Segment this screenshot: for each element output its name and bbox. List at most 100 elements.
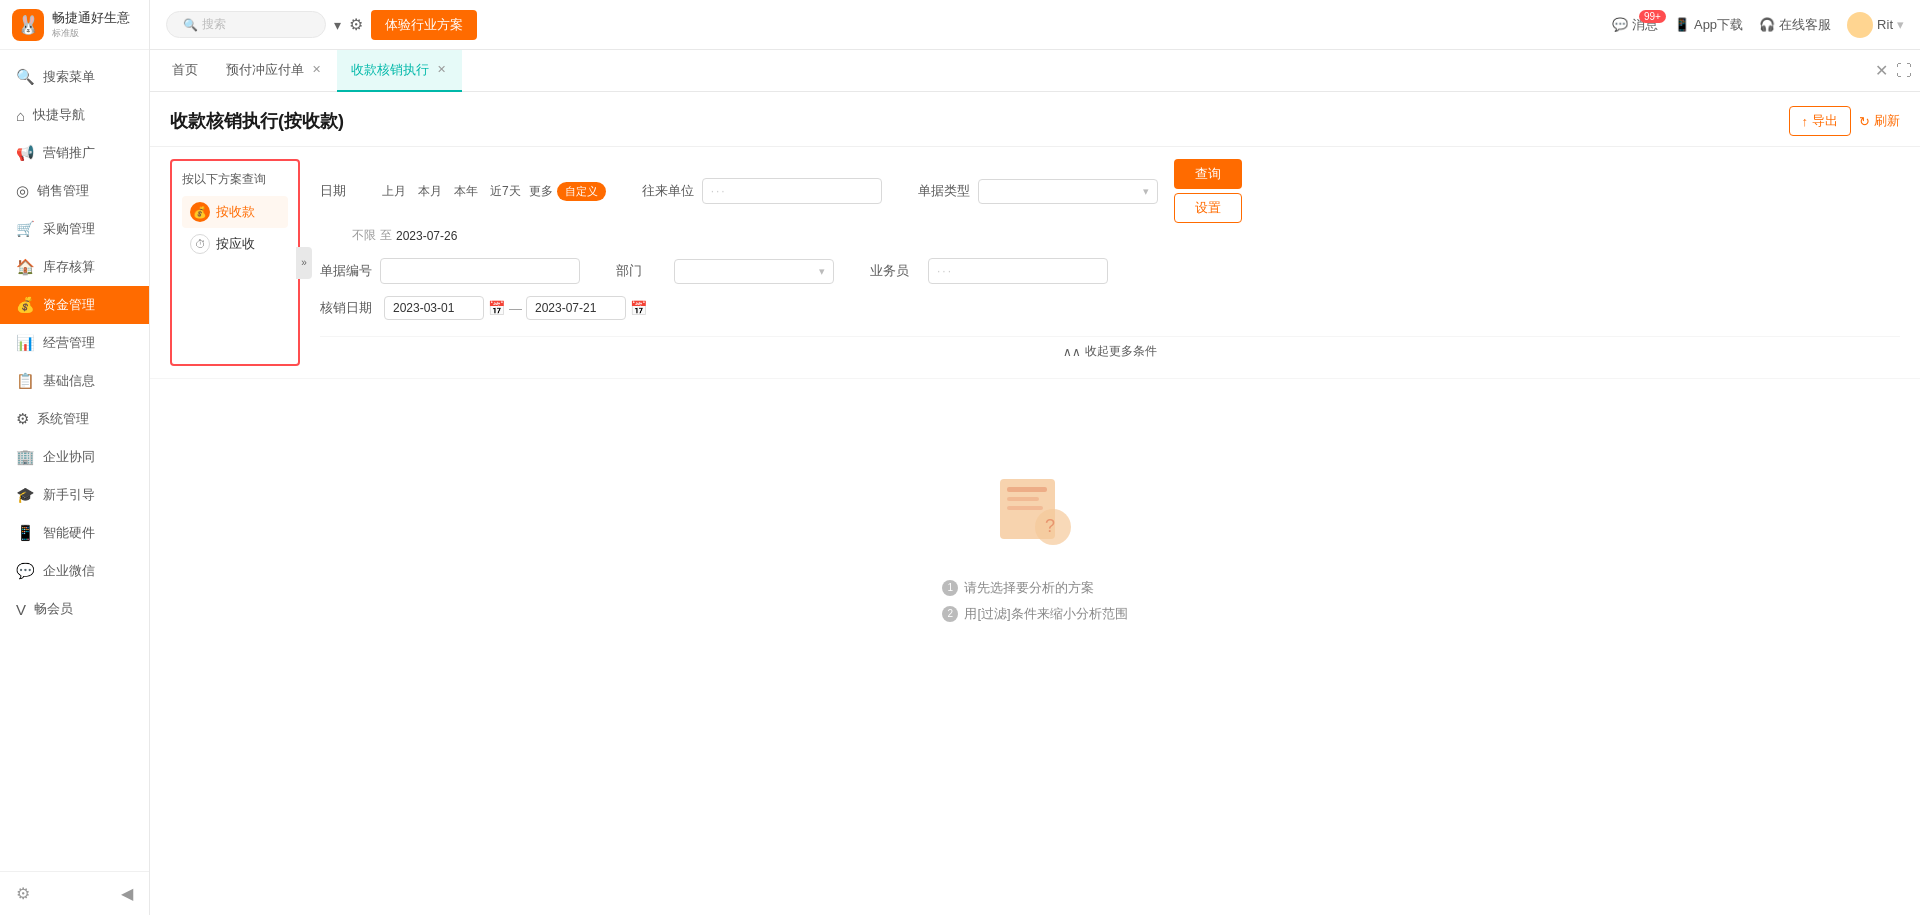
sidebar-item-label: 资金管理 <box>43 296 95 314</box>
sidebar-item-sales[interactable]: ◎ 销售管理 <box>0 172 149 210</box>
sidebar-item-enterprise[interactable]: 🏢 企业协同 <box>0 438 149 476</box>
page-content: 收款核销执行(按收款) ↑ 导出 ↻ 刷新 按以下方案查询 <box>150 92 1920 915</box>
sidebar-item-label: 库存核算 <box>43 258 95 276</box>
date-shortcut-this-month[interactable]: 本月 <box>414 181 446 202</box>
date-no-limit-text: 不限 <box>352 227 376 244</box>
filter-option-by-receivable[interactable]: ⏱ 按应收 <box>182 228 288 260</box>
online-service-label: 在线客服 <box>1779 16 1831 34</box>
user-dropdown-icon: ▾ <box>1897 17 1904 32</box>
query-btn[interactable]: 查询 <box>1174 159 1242 189</box>
sidebar-item-label: 系统管理 <box>37 410 89 428</box>
filter-sidebar: 按以下方案查询 💰 按收款 ⏱ 按应收 » <box>170 159 300 366</box>
empty-state: ? 1 请先选择要分析的方案 2 用[过滤]条件来缩小分析范围 <box>150 379 1920 707</box>
date-custom-tag[interactable]: 自定义 <box>557 182 606 201</box>
tab-prepay-close-btn[interactable]: ✕ <box>310 63 323 76</box>
date-shortcut-more[interactable]: 更多 <box>529 183 553 200</box>
sidebar: 🐰 畅捷通好生意 标准版 🔍 搜索菜单 ⌂ 快捷导航 📢 营销推广 ◎ 销售管理… <box>0 0 150 915</box>
settings-btn[interactable]: 设置 <box>1174 193 1242 223</box>
service-icon: 🎧 <box>1759 17 1775 32</box>
sidebar-item-label: 搜索菜单 <box>43 68 95 86</box>
header-right: 💬 消息 99+ 📱 App下载 🎧 在线客服 Rit ▾ <box>1612 12 1904 38</box>
filter-sidebar-collapse-btn[interactable]: » <box>296 247 312 279</box>
sidebar-item-system[interactable]: ⚙ 系统管理 <box>0 400 149 438</box>
refresh-icon: ↻ <box>1859 114 1870 129</box>
export-btn[interactable]: ↑ 导出 <box>1789 106 1852 136</box>
page-inner: 收款核销执行(按收款) ↑ 导出 ↻ 刷新 按以下方案查询 <box>150 92 1920 915</box>
filter-form: 日期 上月 本月 本年 近7天 更多 自定义 <box>320 159 1900 366</box>
user-avatar <box>1847 12 1873 38</box>
search-bar[interactable]: 🔍 搜索 <box>166 11 326 38</box>
chevron-up-icon: ∧∧ <box>1063 345 1081 359</box>
online-service-btn[interactable]: 🎧 在线客服 <box>1759 16 1831 34</box>
writeoff-end-cal-icon[interactable]: 📅 <box>630 300 647 316</box>
sidebar-item-finance[interactable]: 💰 资金管理 <box>0 286 149 324</box>
logo-icon: 🐰 <box>12 9 44 41</box>
writeoff-date-label: 核销日期 <box>320 299 372 317</box>
tab-receipt-offset-close-btn[interactable]: ✕ <box>435 63 448 76</box>
sidebar-item-purchase[interactable]: 🛒 采购管理 <box>0 210 149 248</box>
tab-close-window-btn[interactable]: ✕ <box>1875 61 1888 80</box>
writeoff-date-end-input[interactable] <box>526 296 626 320</box>
search-dropdown-btn[interactable]: ▾ <box>334 17 341 33</box>
counterparty-field: 往来单位 ··· <box>642 178 882 204</box>
app-logo: 🐰 畅捷通好生意 标准版 <box>0 0 149 50</box>
basic-info-icon: 📋 <box>16 372 35 390</box>
tab-expand-btn[interactable]: ⛶ <box>1896 61 1912 80</box>
tab-prepay[interactable]: 预付冲应付单 ✕ <box>212 50 337 92</box>
doc-number-input[interactable] <box>380 258 580 284</box>
collapse-more-btn[interactable]: ∧∧ 收起更多条件 <box>320 336 1900 366</box>
page-header: 收款核销执行(按收款) ↑ 导出 ↻ 刷新 <box>150 92 1920 147</box>
refresh-btn[interactable]: ↻ 刷新 <box>1859 106 1900 136</box>
marketing-icon: 📢 <box>16 144 35 162</box>
settings-gear-btn[interactable]: ⚙ <box>349 15 363 34</box>
sidebar-item-search-menu[interactable]: 🔍 搜索菜单 <box>0 58 149 96</box>
sidebar-item-basic-info[interactable]: 📋 基础信息 <box>0 362 149 400</box>
department-input[interactable]: ▾ <box>674 259 834 284</box>
date-shortcut-last-month[interactable]: 上月 <box>378 181 410 202</box>
sidebar-settings-icon[interactable]: ⚙ <box>16 884 30 903</box>
date-shortcuts: 上月 本月 本年 近7天 更多 自定义 <box>378 181 606 202</box>
writeoff-date-input-group: 📅 — 📅 <box>384 296 647 320</box>
sidebar-item-hardware[interactable]: 📱 智能硬件 <box>0 514 149 552</box>
writeoff-date-separator: — <box>509 301 522 316</box>
sidebar-item-marketing[interactable]: 📢 营销推广 <box>0 134 149 172</box>
purchase-icon: 🛒 <box>16 220 35 238</box>
industry-solution-btn[interactable]: 体验行业方案 <box>371 10 477 40</box>
search-icon: 🔍 <box>183 18 198 32</box>
date-shortcut-7days[interactable]: 近7天 <box>486 181 525 202</box>
sidebar-item-inventory[interactable]: 🏠 库存核算 <box>0 248 149 286</box>
sidebar-item-quick-nav[interactable]: ⌂ 快捷导航 <box>0 96 149 134</box>
filter-option-by-receipt[interactable]: 💰 按收款 <box>182 196 288 228</box>
sidebar-item-wechat[interactable]: 💬 企业微信 <box>0 552 149 590</box>
wechat-icon: 💬 <box>16 562 35 580</box>
collapse-more-label: 收起更多条件 <box>1085 343 1157 360</box>
sidebar-item-vip[interactable]: V 畅会员 <box>0 590 149 628</box>
salesperson-input[interactable]: ··· <box>928 258 1108 284</box>
dept-dropdown-icon: ▾ <box>819 265 825 278</box>
writeoff-start-cal-icon[interactable]: 📅 <box>488 300 505 316</box>
by-receipt-icon: 💰 <box>190 202 210 222</box>
salesperson-dots: ··· <box>937 264 953 278</box>
sidebar-item-operations[interactable]: 📊 经营管理 <box>0 324 149 362</box>
guide-icon: 🎓 <box>16 486 35 504</box>
doc-type-input[interactable]: ▾ <box>978 179 1158 204</box>
message-btn[interactable]: 💬 消息 99+ <box>1612 16 1658 34</box>
sidebar-item-guide[interactable]: 🎓 新手引导 <box>0 476 149 514</box>
sidebar-item-label: 基础信息 <box>43 372 95 390</box>
app-download-btn[interactable]: 📱 App下载 <box>1674 16 1743 34</box>
counterparty-input[interactable]: ··· <box>702 178 882 204</box>
user-area[interactable]: Rit ▾ <box>1847 12 1904 38</box>
tab-home[interactable]: 首页 <box>158 50 212 92</box>
header-left: 🔍 搜索 ▾ ⚙ 体验行业方案 <box>166 10 477 40</box>
filter-row-doc: 单据编号 部门 ▾ 业务员 <box>320 258 1900 284</box>
quick-nav-icon: ⌂ <box>16 107 25 124</box>
sidebar-item-label: 新手引导 <box>43 486 95 504</box>
sidebar-collapse-icon[interactable]: ◀ <box>121 884 133 903</box>
writeoff-date-start-input[interactable] <box>384 296 484 320</box>
date-shortcut-this-year[interactable]: 本年 <box>450 181 482 202</box>
tab-receipt-offset[interactable]: 收款核销执行 ✕ <box>337 50 462 92</box>
sidebar-item-label: 企业协同 <box>43 448 95 466</box>
logo-badge: 标准版 <box>52 27 130 40</box>
search-menu-icon: 🔍 <box>16 68 35 86</box>
tab-bar: 首页 预付冲应付单 ✕ 收款核销执行 ✕ ✕ ⛶ <box>150 50 1920 92</box>
